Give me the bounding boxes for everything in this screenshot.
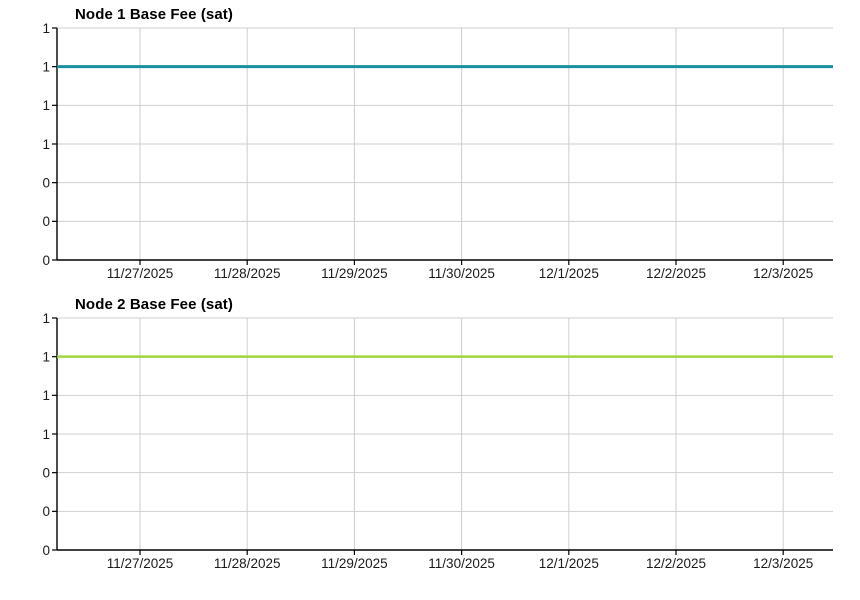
node1-base-fee-plot: 1 1 1 1 0 0 0 11/27/2025 11/28/2025 11/29/2025 11/… — [0, 0, 860, 290]
y-tick-label: 0 — [42, 504, 50, 519]
x-tick-label: 11/27/2025 — [107, 266, 174, 281]
x-tick-label: 11/30/2025 — [428, 556, 495, 571]
x-tick-label: 11/29/2025 — [321, 266, 388, 281]
x-tick-label: 12/1/2025 — [539, 556, 599, 571]
chart-title-node1: Node 1 Base Fee (sat) — [75, 6, 233, 23]
x-tick-label: 11/27/2025 — [107, 556, 174, 571]
y-tick-label: 1 — [42, 388, 50, 403]
y-tick-label: 1 — [42, 349, 50, 364]
x-tick-label: 12/3/2025 — [753, 556, 813, 571]
y-tick-label: 1 — [42, 59, 50, 74]
y-tick-label: 0 — [42, 253, 50, 268]
y-tick-label: 1 — [42, 427, 50, 442]
node2-base-fee-chart: 1 1 1 1 0 0 0 11/27/2025 11/28/2025 11/29/2025 11/… — [0, 290, 860, 600]
y-tick-label: 1 — [42, 21, 50, 36]
node1-base-fee-chart: 1 1 1 1 0 0 0 11/27/2025 11/28/2025 11/29/2025 11/… — [0, 0, 860, 290]
x-tick-label: 12/2/2025 — [646, 266, 706, 281]
y-tick-label: 1 — [42, 311, 50, 326]
y-tick-label: 0 — [42, 175, 50, 190]
chart-title-node2: Node 2 Base Fee (sat) — [75, 296, 233, 313]
x-tick-label: 11/29/2025 — [321, 556, 388, 571]
node2-base-fee-plot: 1 1 1 1 0 0 0 11/27/2025 11/28/2025 11/29/2025 11/… — [0, 290, 860, 600]
x-tick-label: 12/2/2025 — [646, 556, 706, 571]
y-tick-label: 0 — [42, 214, 50, 229]
x-tick-label: 11/28/2025 — [214, 266, 281, 281]
x-tick-label: 12/3/2025 — [753, 266, 813, 281]
x-tick-label: 11/28/2025 — [214, 556, 281, 571]
y-tick-label: 0 — [42, 543, 50, 558]
y-tick-label: 1 — [42, 137, 50, 152]
x-tick-label: 11/30/2025 — [428, 266, 495, 281]
y-tick-label: 1 — [42, 98, 50, 113]
x-tick-label: 12/1/2025 — [539, 266, 599, 281]
y-tick-label: 0 — [42, 465, 50, 480]
base-fee-charts-page: 1 1 1 1 0 0 0 11/27/2025 11/28/2025 11/29/2025 11/… — [0, 0, 860, 600]
